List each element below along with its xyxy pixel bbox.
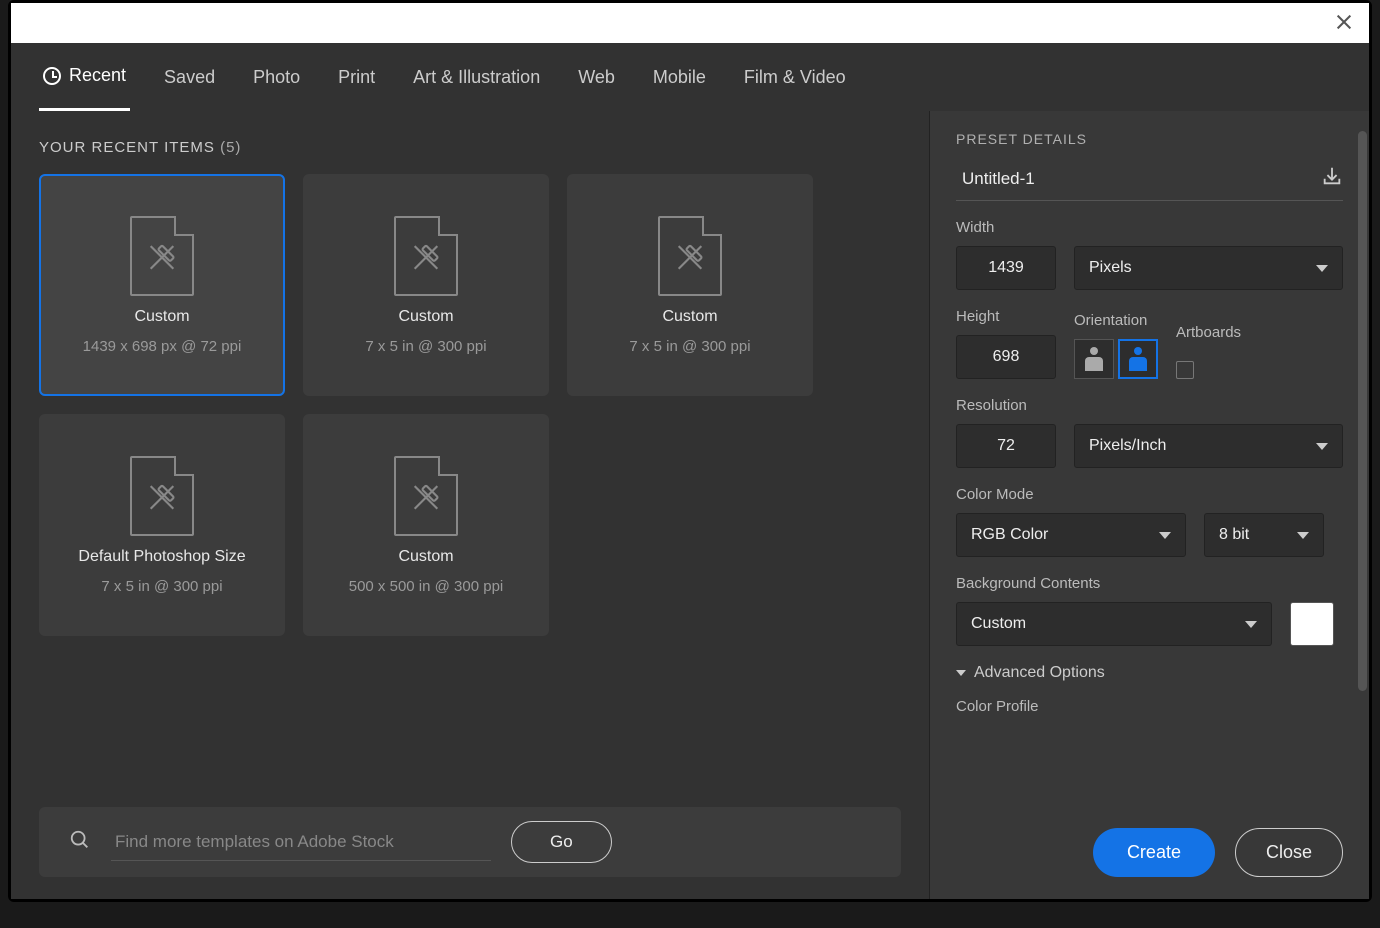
- artboards-checkbox[interactable]: [1176, 361, 1194, 379]
- resolution-unit-dropdown[interactable]: Pixels/Inch: [1074, 424, 1343, 468]
- bgcontents-dropdown[interactable]: Custom: [956, 602, 1272, 646]
- preset-subtitle: 500 x 500 in @ 300 ppi: [349, 578, 504, 595]
- colormode-dropdown[interactable]: RGB Color: [956, 513, 1186, 557]
- artboards-label: Artboards: [1176, 324, 1241, 341]
- orientation-landscape-button[interactable]: [1118, 339, 1158, 379]
- tab-web[interactable]: Web: [574, 45, 619, 110]
- document-icon: [394, 456, 458, 536]
- document-icon: [658, 216, 722, 296]
- tab-art-illustration[interactable]: Art & Illustration: [409, 45, 544, 110]
- document-icon: [130, 456, 194, 536]
- preset-subtitle: 7 x 5 in @ 300 ppi: [101, 578, 222, 595]
- preset-subtitle: 7 x 5 in @ 300 ppi: [629, 338, 750, 355]
- preset-card[interactable]: Custom 500 x 500 in @ 300 ppi: [303, 414, 549, 636]
- orientation-label: Orientation: [1074, 312, 1158, 329]
- advanced-options-toggle[interactable]: Advanced Options: [956, 664, 1343, 682]
- chevron-down-icon: [1245, 621, 1257, 628]
- document-icon: [130, 216, 194, 296]
- preset-card[interactable]: Default Photoshop Size 7 x 5 in @ 300 ppi: [39, 414, 285, 636]
- bgcolor-swatch[interactable]: [1290, 602, 1334, 646]
- bgcontents-label: Background Contents: [956, 575, 1343, 592]
- preset-title: Default Photoshop Size: [78, 548, 245, 566]
- recent-items-count: (5): [220, 139, 241, 156]
- chevron-down-icon: [1316, 265, 1328, 272]
- preset-grid: Custom 1439 x 698 px @ 72 ppi Custom 7 x 5 …: [39, 174, 901, 636]
- width-input[interactable]: [956, 246, 1056, 290]
- preset-title: Custom: [398, 308, 453, 326]
- tab-recent[interactable]: Recent: [39, 43, 130, 111]
- width-unit-dropdown[interactable]: Pixels: [1074, 246, 1343, 290]
- preset-title: Custom: [134, 308, 189, 326]
- close-icon[interactable]: [1335, 13, 1353, 31]
- preset-details-heading: PRESET DETAILS: [956, 131, 1343, 147]
- recent-items-label: YOUR RECENT ITEMS: [39, 139, 215, 156]
- search-icon: [69, 829, 91, 856]
- tab-photo[interactable]: Photo: [249, 45, 304, 110]
- close-button[interactable]: Close: [1235, 828, 1343, 877]
- chevron-down-icon: [1316, 443, 1328, 450]
- preset-card[interactable]: Custom 1439 x 698 px @ 72 ppi: [39, 174, 285, 396]
- go-button[interactable]: Go: [511, 821, 612, 863]
- colorprofile-label: Color Profile: [956, 698, 1343, 715]
- preset-subtitle: 1439 x 698 px @ 72 ppi: [83, 338, 242, 355]
- document-icon: [394, 216, 458, 296]
- tab-print[interactable]: Print: [334, 45, 379, 110]
- save-preset-icon[interactable]: [1321, 165, 1343, 192]
- bitdepth-dropdown[interactable]: 8 bit: [1204, 513, 1324, 557]
- preset-card[interactable]: Custom 7 x 5 in @ 300 ppi: [567, 174, 813, 396]
- orientation-portrait-button[interactable]: [1074, 339, 1114, 379]
- chevron-down-icon: [1159, 532, 1171, 539]
- search-input[interactable]: [111, 824, 491, 861]
- colormode-value: RGB Color: [971, 526, 1048, 544]
- colormode-label: Color Mode: [956, 486, 1343, 503]
- height-input[interactable]: [956, 335, 1056, 379]
- bitdepth-value: 8 bit: [1219, 526, 1249, 544]
- create-button[interactable]: Create: [1093, 828, 1215, 877]
- width-unit-value: Pixels: [1089, 259, 1132, 277]
- recent-icon: [43, 67, 61, 85]
- tab-mobile[interactable]: Mobile: [649, 45, 710, 110]
- tab-film-video[interactable]: Film & Video: [740, 45, 850, 110]
- preset-title: Custom: [398, 548, 453, 566]
- search-bar: Go: [39, 807, 901, 877]
- resolution-input[interactable]: [956, 424, 1056, 468]
- chevron-down-icon: [1297, 532, 1309, 539]
- recent-items-heading: YOUR RECENT ITEMS (5): [39, 139, 901, 156]
- preset-card[interactable]: Custom 7 x 5 in @ 300 ppi: [303, 174, 549, 396]
- resolution-label: Resolution: [956, 397, 1343, 414]
- chevron-down-icon: [956, 670, 966, 676]
- bgcontents-value: Custom: [971, 615, 1026, 633]
- preset-title: Custom: [662, 308, 717, 326]
- advanced-label: Advanced Options: [974, 664, 1105, 682]
- tabs-bar: Recent Saved Photo Print Art & Illustration W…: [11, 43, 1369, 111]
- tab-saved[interactable]: Saved: [160, 45, 219, 110]
- scrollbar-thumb[interactable]: [1358, 131, 1367, 691]
- document-name-input[interactable]: Untitled-1: [956, 169, 1321, 189]
- preset-subtitle: 7 x 5 in @ 300 ppi: [365, 338, 486, 355]
- width-label: Width: [956, 219, 1343, 236]
- resolution-unit-value: Pixels/Inch: [1089, 437, 1166, 455]
- height-label: Height: [956, 308, 1056, 325]
